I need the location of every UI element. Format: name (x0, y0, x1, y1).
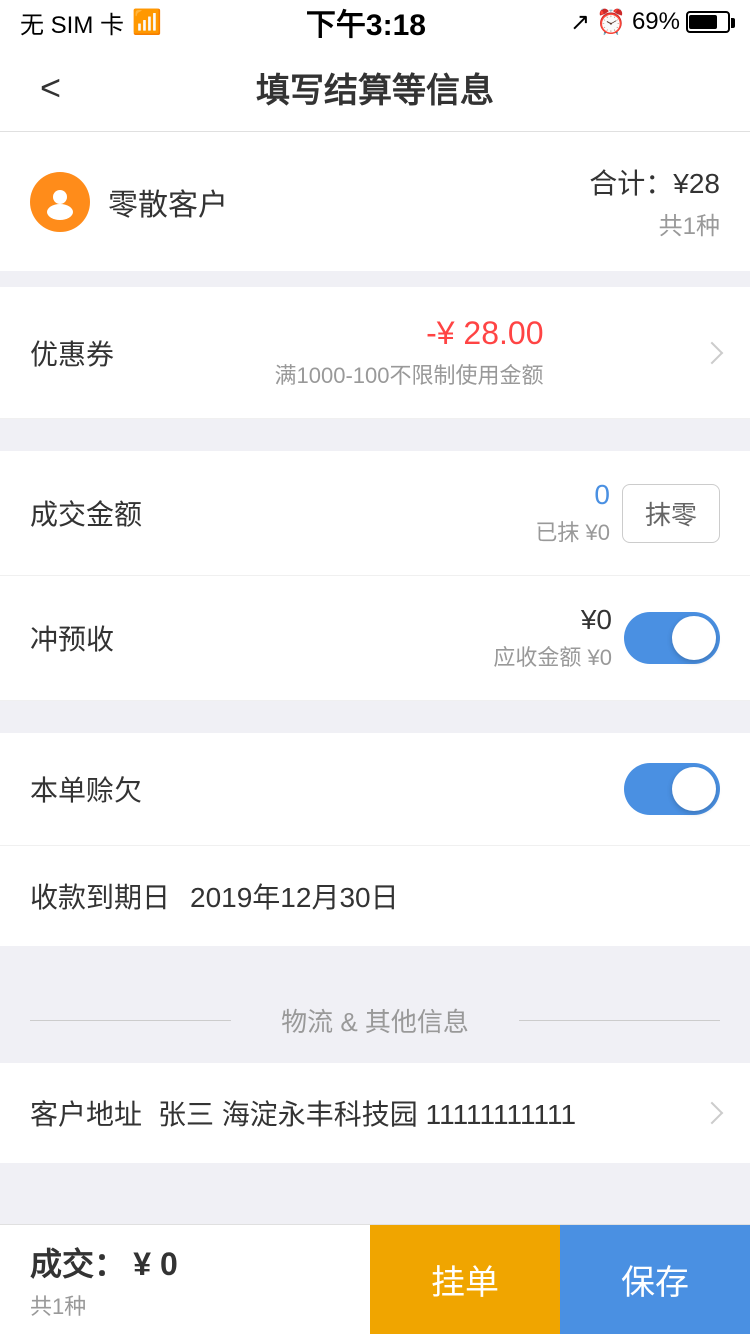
status-left: 无 SIM 卡 📶 (20, 5, 162, 40)
coupon-amount: -¥ 28.00 (275, 315, 544, 352)
debt-label: 本单赊欠 (30, 769, 142, 809)
address-value: 张三 海淀永丰科技园 11111111111 (142, 1093, 704, 1133)
bottom-deal-label: 成交： (30, 1246, 126, 1282)
coupon-row[interactable]: 优惠券 -¥ 28.00 满1000-100不限制使用金额 (0, 287, 750, 419)
round-zero-button[interactable]: 抹零 (622, 484, 720, 543)
debt-toggle[interactable] (624, 763, 720, 815)
debt-toggle-knob (672, 767, 716, 811)
due-date-value: 2019年12月30日 (190, 876, 399, 916)
bottom-count: 共1种 (30, 1289, 340, 1321)
logistics-divider: 物流 & 其他信息 (0, 978, 750, 1063)
due-date-row: 收款到期日 2019年12月30日 (0, 845, 750, 946)
sim-label: 无 SIM 卡 (20, 5, 124, 40)
divider-1 (0, 435, 750, 451)
address-row[interactable]: 客户地址 张三 海淀永丰科技园 11111111111 (0, 1063, 750, 1163)
coupon-section: 优惠券 -¥ 28.00 满1000-100不限制使用金额 (0, 287, 750, 419)
page-title: 填写结算等信息 (256, 63, 494, 112)
customer-name: 零散客户 (108, 180, 228, 224)
customer-count: 共1种 (589, 206, 720, 241)
main-content: 零散客户 合计：¥28 共1种 优惠券 -¥ 28.00 满1000-100不限… (0, 132, 750, 1299)
deal-amount-row: 成交金额 0 已抹 ¥0 抹零 (0, 451, 750, 576)
divider-3 (0, 962, 750, 978)
bottom-info: 成交： ¥ 0 共1种 (0, 1239, 370, 1321)
prepayment-right: ¥0 应收金额 ¥0 (493, 604, 720, 672)
address-label: 客户地址 (30, 1093, 142, 1133)
divider-line-right (519, 1020, 720, 1021)
deal-amount-value: 0 (535, 479, 610, 511)
coupon-chevron-icon (701, 341, 724, 364)
toggle-knob (672, 616, 716, 660)
deal-amount-right: 0 已抹 ¥0 抹零 (535, 479, 720, 547)
prepayment-row: 冲预收 ¥0 应收金额 ¥0 (0, 576, 750, 701)
bottom-deal-row: 成交： ¥ 0 (30, 1239, 340, 1285)
back-button[interactable]: < (30, 57, 71, 119)
bottom-bar: 成交： ¥ 0 共1种 挂单 保存 (0, 1224, 750, 1334)
debt-section: 本单赊欠 收款到期日 2019年12月30日 (0, 733, 750, 946)
address-chevron-icon (701, 1102, 724, 1125)
battery-icon (686, 11, 730, 33)
status-bar: 无 SIM 卡 📶 下午3:18 ↗ ⏰ 69% (0, 0, 750, 44)
customer-total: 合计：¥28 (589, 162, 720, 202)
due-date-label: 收款到期日 (30, 876, 170, 916)
location-icon: ↗ (570, 8, 590, 37)
deal-amount-value-area: 0 已抹 ¥0 (535, 479, 610, 547)
hang-button[interactable]: 挂单 (370, 1225, 560, 1334)
prepayment-value: ¥0 (493, 604, 612, 636)
prepayment-value-area: ¥0 应收金额 ¥0 (493, 604, 612, 672)
status-right: ↗ ⏰ 69% (570, 8, 730, 37)
debt-row: 本单赊欠 (0, 733, 750, 845)
prepayment-sub: 应收金额 ¥0 (493, 640, 612, 672)
customer-section: 零散客户 合计：¥28 共1种 (0, 132, 750, 271)
customer-avatar (30, 172, 90, 232)
save-button[interactable]: 保存 (560, 1225, 750, 1334)
alarm-icon: ⏰ (596, 8, 626, 37)
prepayment-label: 冲预收 (30, 618, 114, 658)
coupon-label: 优惠券 (30, 333, 114, 373)
logistics-label: 物流 & 其他信息 (281, 1002, 469, 1039)
customer-left: 零散客户 (30, 172, 228, 232)
time-display: 下午3:18 (306, 0, 426, 44)
deal-amount-label: 成交金额 (30, 493, 142, 533)
bottom-deal-value: ¥ 0 (133, 1246, 177, 1282)
deal-amount-section: 成交金额 0 已抹 ¥0 抹零 冲预收 ¥0 应收金额 ¥0 (0, 451, 750, 701)
divider-2 (0, 717, 750, 733)
wifi-icon: 📶 (132, 8, 162, 37)
deal-already-deducted: 已抹 ¥0 (535, 515, 610, 547)
nav-bar: < 填写结算等信息 (0, 44, 750, 132)
customer-summary: 合计：¥28 共1种 (589, 162, 720, 241)
coupon-sub: 满1000-100不限制使用金额 (275, 358, 544, 390)
battery-percent: 69% (632, 8, 680, 36)
divider-line-left (30, 1020, 231, 1021)
coupon-value-area: -¥ 28.00 满1000-100不限制使用金额 (275, 315, 544, 390)
prepayment-toggle[interactable] (624, 612, 720, 664)
